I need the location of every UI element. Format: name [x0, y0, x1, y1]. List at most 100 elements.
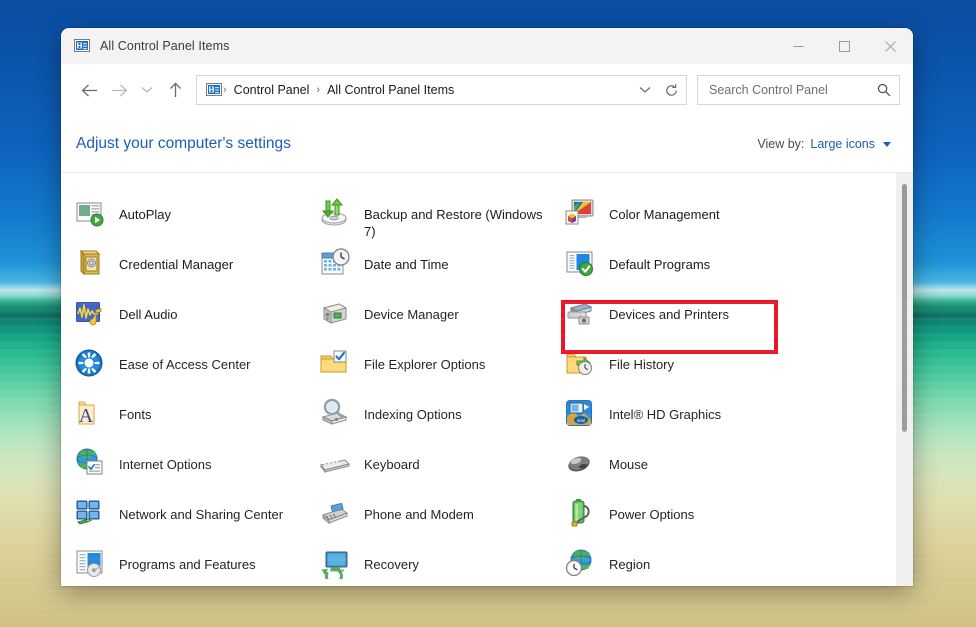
- control-panel-item[interactable]: File History: [564, 349, 809, 399]
- control-panel-item[interactable]: Ease of Access Center: [74, 349, 319, 399]
- autoplay-icon: [76, 202, 104, 227]
- control-panel-item-label[interactable]: Color Management: [609, 201, 720, 223]
- control-panel-item[interactable]: Internet Options: [74, 448, 319, 499]
- control-panel-item[interactable]: Default Programs: [564, 249, 809, 299]
- control-panel-item-label[interactable]: Fonts: [119, 401, 152, 423]
- credential-manager-icon: [74, 249, 106, 282]
- minimize-button[interactable]: [775, 28, 821, 64]
- control-panel-item[interactable]: Date and Time: [319, 248, 564, 299]
- control-panel-item-label[interactable]: Default Programs: [609, 251, 710, 273]
- up-arrow-icon: [169, 82, 181, 97]
- control-panel-item-label[interactable]: Phone and Modem: [364, 501, 474, 523]
- internet-options-icon: [76, 448, 103, 475]
- scrollbar-thumb[interactable]: [902, 184, 907, 432]
- window-titlebar: All Control Panel Items: [61, 28, 913, 64]
- control-panel-item-label[interactable]: Region: [609, 551, 650, 573]
- close-button[interactable]: [867, 28, 913, 64]
- control-panel-item[interactable]: Recovery: [319, 549, 564, 586]
- internet-options-icon: [74, 448, 106, 482]
- control-panel-item[interactable]: Device Manager: [319, 299, 564, 349]
- control-panel-item-label[interactable]: File Explorer Options: [364, 351, 485, 373]
- programs-features-icon: [74, 550, 106, 582]
- control-panel-item[interactable]: Devices and Printers: [564, 299, 809, 349]
- svg-text:intel: intel: [577, 418, 585, 423]
- page-header: Adjust your computer's settings View by:…: [61, 116, 913, 172]
- control-panel-item-label[interactable]: Backup and Restore (Windows 7): [364, 201, 549, 240]
- control-panel-item[interactable]: File Explorer Options: [319, 349, 564, 399]
- credential-manager-icon: [79, 249, 101, 276]
- forward-button[interactable]: [104, 75, 134, 105]
- address-bar-control-panel-icon: [206, 82, 222, 98]
- search-box[interactable]: Search Control Panel: [697, 75, 900, 105]
- file-explorer-options-icon: [320, 350, 347, 373]
- control-panel-item-label[interactable]: Date and Time: [364, 251, 449, 273]
- up-button[interactable]: [160, 75, 190, 105]
- devices-printers-icon: [564, 300, 596, 332]
- ease-of-access-icon: [75, 349, 103, 377]
- back-arrow-icon: [81, 84, 97, 96]
- intel-hd-graphics-icon: intel: [566, 400, 592, 426]
- control-panel-item[interactable]: Credential Manager: [74, 249, 319, 299]
- breadcrumb-item-control-panel[interactable]: Control Panel: [228, 83, 316, 97]
- control-panel-item-label[interactable]: Ease of Access Center: [119, 351, 251, 373]
- control-panel-item-label[interactable]: Internet Options: [119, 451, 212, 473]
- vertical-scrollbar[interactable]: [896, 173, 913, 586]
- control-panel-item[interactable]: Dell Audio: [74, 299, 319, 349]
- control-panel-item-label[interactable]: Recovery: [364, 551, 419, 573]
- address-dropdown-button[interactable]: [632, 77, 658, 103]
- control-panel-item-label[interactable]: AutoPlay: [119, 201, 171, 223]
- indexing-options-icon: [321, 398, 348, 425]
- chevron-down-icon[interactable]: [883, 141, 891, 147]
- control-panel-item[interactable]: Power Options: [564, 499, 809, 549]
- control-panel-item-label[interactable]: Dell Audio: [119, 301, 178, 323]
- control-panel-item-label[interactable]: Credential Manager: [119, 251, 233, 273]
- refresh-icon: [665, 83, 677, 96]
- control-panel-item-label[interactable]: Mouse: [609, 451, 648, 473]
- address-bar[interactable]: › Control Panel › All Control Panel Item…: [196, 75, 687, 105]
- control-panel-window: All Control Panel Items › Control Panel …: [61, 28, 913, 586]
- maximize-button[interactable]: [821, 28, 867, 64]
- search-input[interactable]: Search Control Panel: [709, 83, 877, 97]
- control-panel-item-label[interactable]: Indexing Options: [364, 401, 462, 423]
- control-panel-item-label[interactable]: Devices and Printers: [609, 301, 729, 323]
- back-button[interactable]: [74, 75, 104, 105]
- default-programs-icon: [564, 250, 596, 282]
- control-panel-item[interactable]: Region: [564, 549, 809, 586]
- file-history-icon: [564, 350, 596, 382]
- window-controls: [775, 28, 913, 64]
- control-panel-item-label[interactable]: Intel® HD Graphics: [609, 401, 721, 423]
- phone-modem-icon: [321, 502, 349, 525]
- control-panel-item[interactable]: A Fonts: [74, 399, 319, 449]
- recent-locations-button[interactable]: [134, 75, 160, 105]
- control-panel-item[interactable]: AutoPlay: [74, 199, 319, 249]
- recovery-icon: [321, 551, 348, 586]
- control-panel-item-label[interactable]: Programs and Features: [119, 551, 256, 573]
- refresh-button[interactable]: [658, 77, 684, 103]
- intel-hd-graphics-icon: intel: [564, 400, 596, 432]
- view-by-control[interactable]: View by: Large icons: [757, 137, 891, 151]
- control-panel-item[interactable]: Backup and Restore (Windows 7): [319, 198, 564, 249]
- control-panel-item[interactable]: Indexing Options: [319, 398, 564, 449]
- control-panel-item[interactable]: Network and Sharing Center: [74, 499, 319, 549]
- programs-features-icon: [76, 550, 103, 577]
- view-by-value[interactable]: Large icons: [810, 137, 875, 151]
- control-panel-item-label[interactable]: File History: [609, 351, 674, 373]
- control-panel-item[interactable]: Color Management: [564, 199, 809, 249]
- power-options-icon: [571, 499, 590, 527]
- breadcrumb-item-all-control-panel-items[interactable]: All Control Panel Items: [321, 83, 460, 97]
- control-panel-item[interactable]: Mouse: [564, 449, 809, 499]
- search-icon[interactable]: [877, 83, 891, 97]
- region-icon: [564, 549, 596, 582]
- navigation-bar: › Control Panel › All Control Panel Item…: [61, 64, 913, 116]
- control-panel-item-label[interactable]: Device Manager: [364, 301, 459, 323]
- control-panel-item[interactable]: intel Intel® HD Graphics: [564, 399, 809, 449]
- indexing-options-icon: [319, 398, 351, 432]
- control-panel-item-label[interactable]: Power Options: [609, 501, 694, 523]
- control-panel-item-label[interactable]: Network and Sharing Center: [119, 501, 283, 523]
- view-by-label: View by:: [757, 137, 805, 151]
- breadcrumb: › Control Panel › All Control Panel Item…: [222, 83, 632, 97]
- control-panel-item[interactable]: Keyboard: [319, 449, 564, 499]
- control-panel-item-label[interactable]: Keyboard: [364, 451, 420, 473]
- control-panel-item[interactable]: Phone and Modem: [319, 499, 564, 549]
- control-panel-item[interactable]: Programs and Features: [74, 549, 319, 586]
